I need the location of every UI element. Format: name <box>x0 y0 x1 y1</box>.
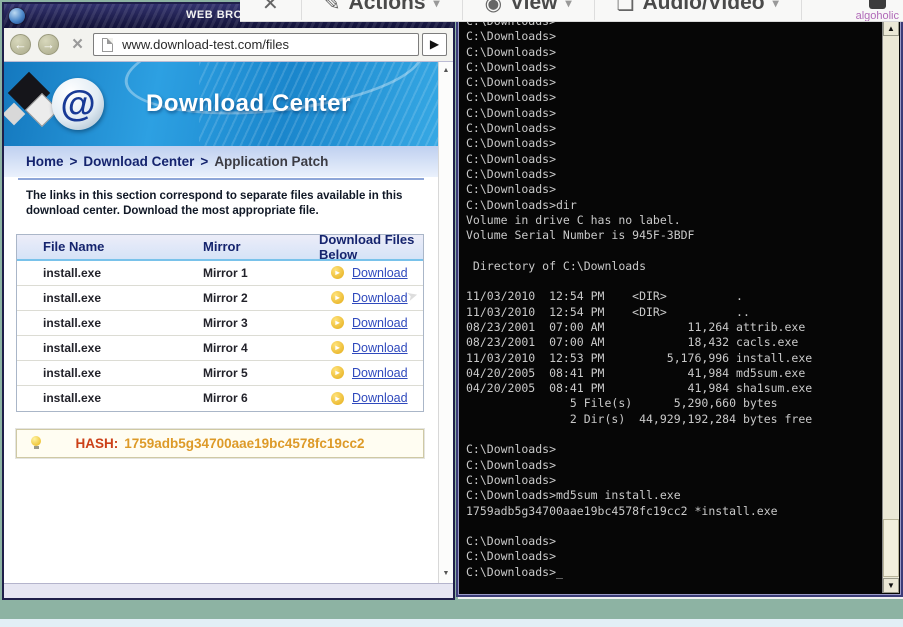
eye-icon: ◉ <box>484 0 503 15</box>
brand-logo-icon <box>868 0 886 9</box>
download-link[interactable]: Download <box>352 266 408 280</box>
chevron-down-icon: ▾ <box>772 0 779 10</box>
table-row: install.exe Mirror 3 ▸ Download <box>17 310 423 336</box>
file-name-cell: install.exe <box>43 315 102 330</box>
page-icon <box>102 37 114 52</box>
download-bullet-icon: ▸ <box>331 291 344 305</box>
menu-view[interactable]: ◉ View ▾ <box>463 0 595 20</box>
scroll-down-icon[interactable]: ▼ <box>439 567 453 581</box>
mirror-cell: Mirror 2 <box>203 290 248 305</box>
download-cell: ▸ Download <box>307 341 423 355</box>
download-link[interactable]: Download <box>352 341 408 355</box>
page-scrollbar[interactable]: ▲ ▼ <box>438 62 453 583</box>
terminal-window[interactable]: C:\Downloads> C:\Downloads> C:\Downloads… <box>456 18 903 597</box>
mirror-cell: Mirror 6 <box>203 391 248 406</box>
address-input[interactable] <box>120 36 414 53</box>
breadcrumb: Home > Download Center > Application Patch <box>4 146 438 177</box>
bubble-icon: ❏ <box>616 0 635 15</box>
download-cell: ▸ Download <box>307 391 423 405</box>
globe-icon <box>9 8 25 24</box>
table-row: install.exe Mirror 4 ▸ Download <box>17 335 423 361</box>
forward-button[interactable]: → <box>38 34 59 55</box>
mirror-cell: Mirror 1 <box>203 265 248 280</box>
column-header-mirror: Mirror <box>203 239 241 255</box>
download-table-rows: install.exe Mirror 1 ▸ Download install.exe M… <box>17 260 423 411</box>
file-name-cell: install.exe <box>43 391 102 406</box>
breadcrumb-separator: > <box>200 154 209 169</box>
breadcrumb-item[interactable]: Home <box>26 154 64 169</box>
breadcrumb-item[interactable]: Download Center <box>83 154 194 169</box>
file-name-cell: install.exe <box>43 340 102 355</box>
back-button[interactable]: ← <box>10 34 31 55</box>
chevron-down-icon: ▾ <box>565 0 572 10</box>
recorder-brand: algoholic <box>855 0 899 22</box>
close-icon: ✕ <box>262 0 279 15</box>
browser-nav-toolbar: ← → × ▶ <box>4 28 453 62</box>
file-name-cell: install.exe <box>43 265 102 280</box>
at-logo-icon: @ <box>52 78 104 130</box>
menu-audio-video[interactable]: ❏ Audio/Video ▾ <box>595 0 802 20</box>
download-link[interactable]: Download <box>352 316 408 330</box>
download-link[interactable]: Download <box>352 291 408 305</box>
table-row: install.exe Mirror 5 ▸ Download <box>17 360 423 386</box>
file-name-cell: install.exe <box>43 290 102 305</box>
download-link[interactable]: Download <box>352 391 408 405</box>
menu-actions[interactable]: ✎ Actions ▾ <box>302 0 463 20</box>
site-banner: @ Download Center <box>4 62 438 146</box>
table-row: install.exe Mirror 1 ▸ Download <box>17 260 423 286</box>
menu-label: Actions <box>348 0 426 14</box>
hash-label: HASH: <box>75 435 119 451</box>
page-description: The links in this section correspond to … <box>26 190 403 217</box>
address-bar <box>93 33 419 56</box>
terminal-screen[interactable]: C:\Downloads> C:\Downloads> C:\Downloads… <box>461 21 881 593</box>
mirror-cell: Mirror 3 <box>203 315 248 330</box>
stop-icon[interactable]: × <box>72 34 83 55</box>
download-bullet-icon: ▸ <box>331 366 344 380</box>
breadcrumb-item: Application Patch <box>214 154 329 169</box>
terminal-output: C:\Downloads> C:\Downloads> C:\Downloads… <box>466 21 813 579</box>
table-row: install.exe Mirror 6 ▸ Download <box>17 385 423 411</box>
download-bullet-icon: ▸ <box>331 266 344 280</box>
recorder-toolbar: ✕ ✎ Actions ▾ ◉ View ▾ ❏ Audio/Video ▾ algoholic <box>240 0 903 22</box>
banner-title: Download Center <box>146 90 351 117</box>
download-table: File Name Mirror Download Files Below in… <box>16 231 424 412</box>
hash-value: 1759adb5g34700aae19bc4578fc19cc2 <box>124 435 365 451</box>
terminal-scroll-up-icon[interactable]: ▲ <box>883 21 899 36</box>
menu-label: View <box>510 0 558 14</box>
download-bullet-icon: ▸ <box>331 316 344 330</box>
go-button[interactable]: ▶ <box>422 33 447 56</box>
column-header-file-name: File Name <box>43 239 105 255</box>
download-cell: ▸ Download <box>307 316 423 330</box>
hash-box: HASH: 1759adb5g34700aae19bc4578fc19cc2 <box>16 428 424 458</box>
mirror-cell: Mirror 5 <box>203 365 248 380</box>
lightbulb-icon <box>31 435 41 449</box>
mirror-cell: Mirror 4 <box>203 340 248 355</box>
browser-window: WEB BROWSER ← → × ▶ @ <box>2 2 455 600</box>
download-cell: ▸ Download <box>307 266 423 280</box>
terminal-scrollbar[interactable]: ▲ ▼ <box>882 21 899 593</box>
download-bullet-icon: ▸ <box>331 391 344 405</box>
table-header-row: File Name Mirror Download Files Below <box>17 231 423 262</box>
recorder-close-button[interactable]: ✕ <box>240 0 302 20</box>
breadcrumb-separator: > <box>69 154 78 169</box>
browser-statusbar <box>4 583 453 598</box>
terminal-scroll-thumb[interactable] <box>883 519 899 577</box>
table-row: install.exe Mirror 2 ▸ Download <box>17 285 423 311</box>
brand-name: algoholic <box>855 10 899 22</box>
file-name-cell: install.exe <box>43 365 102 380</box>
terminal-scroll-down-icon[interactable]: ▼ <box>883 578 899 593</box>
chevron-down-icon: ▾ <box>433 0 440 10</box>
pencil-icon: ✎ <box>323 0 341 15</box>
download-bullet-icon: ▸ <box>331 341 344 355</box>
desktop: WEB BROWSER ← → × ▶ @ <box>0 0 903 627</box>
column-header-download: Download Files Below <box>319 231 415 262</box>
download-link[interactable]: Download <box>352 366 408 380</box>
menu-label: Audio/Video <box>642 0 765 14</box>
browser-content: @ Download Center Home > Download Center > A… <box>4 62 453 583</box>
bottom-strip <box>0 619 903 627</box>
download-cell: ▸ Download <box>307 366 423 380</box>
scroll-up-icon[interactable]: ▲ <box>439 64 453 78</box>
